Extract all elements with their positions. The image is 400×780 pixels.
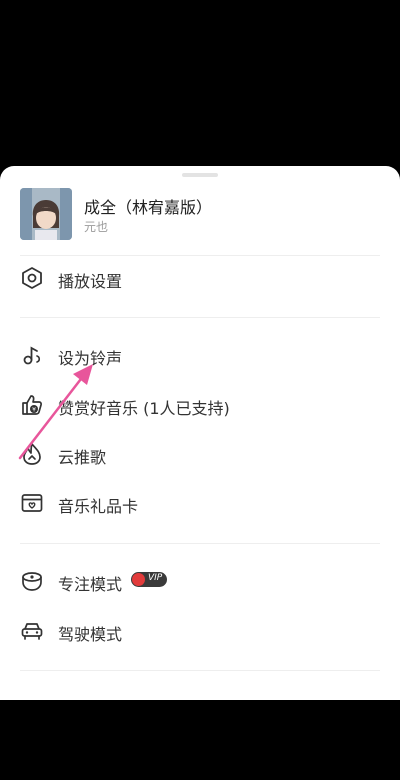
menu-item-label: 专注模式 <box>58 575 123 594</box>
menu-item-label: 驾驶模式 <box>58 625 123 644</box>
ringtone-icon <box>23 346 41 365</box>
svg-text:¥: ¥ <box>32 407 36 414</box>
menu-item-label: 播放设置 <box>58 272 123 291</box>
menu-item-label: 音乐礼品卡 <box>58 497 139 516</box>
menu-item-cloud-recommend[interactable]: 云推歌 <box>0 432 400 476</box>
menu-item-focus-mode[interactable]: 专注模式 VIP <box>0 559 400 603</box>
menu-item-reward-music[interactable]: ¥ 赞赏好音乐 (1人已支持) <box>0 383 400 427</box>
bottom-bar <box>0 700 400 780</box>
divider <box>20 670 380 671</box>
menu-item-label: 赞赏好音乐 (1人已支持) <box>58 399 230 418</box>
focus-mode-icon <box>22 572 42 591</box>
hexagon-settings-icon <box>22 267 42 289</box>
album-cover[interactable] <box>20 188 72 240</box>
song-title: 成全（林宥嘉版） <box>84 198 213 217</box>
cloud-flame-icon <box>23 443 41 465</box>
menu-item-set-ringtone[interactable]: 设为铃声 <box>0 333 400 377</box>
menu-item-driving-mode[interactable]: 驾驶模式 <box>0 609 400 653</box>
bottom-sheet: 成全（林宥嘉版） 元也 播放设置 设为铃声 ¥ 赞赏好音乐 (1人已支持) 云推… <box>0 166 400 700</box>
menu-item-label: 云推歌 <box>58 448 107 467</box>
divider <box>20 543 380 544</box>
car-icon <box>21 623 43 640</box>
vip-badge-label: VIP <box>148 573 163 583</box>
artist-name[interactable]: 元也 <box>84 218 108 235</box>
vip-disc-icon <box>132 573 145 586</box>
drag-handle[interactable] <box>182 173 218 177</box>
gift-card-icon <box>21 494 43 512</box>
menu-item-playback-settings[interactable]: 播放设置 <box>0 256 400 300</box>
menu-item-label: 设为铃声 <box>58 349 123 368</box>
vip-badge: VIP <box>131 572 167 587</box>
menu-item-gift-card[interactable]: 音乐礼品卡 <box>0 481 400 525</box>
thumbs-up-icon: ¥ <box>22 395 43 415</box>
divider <box>20 317 380 318</box>
